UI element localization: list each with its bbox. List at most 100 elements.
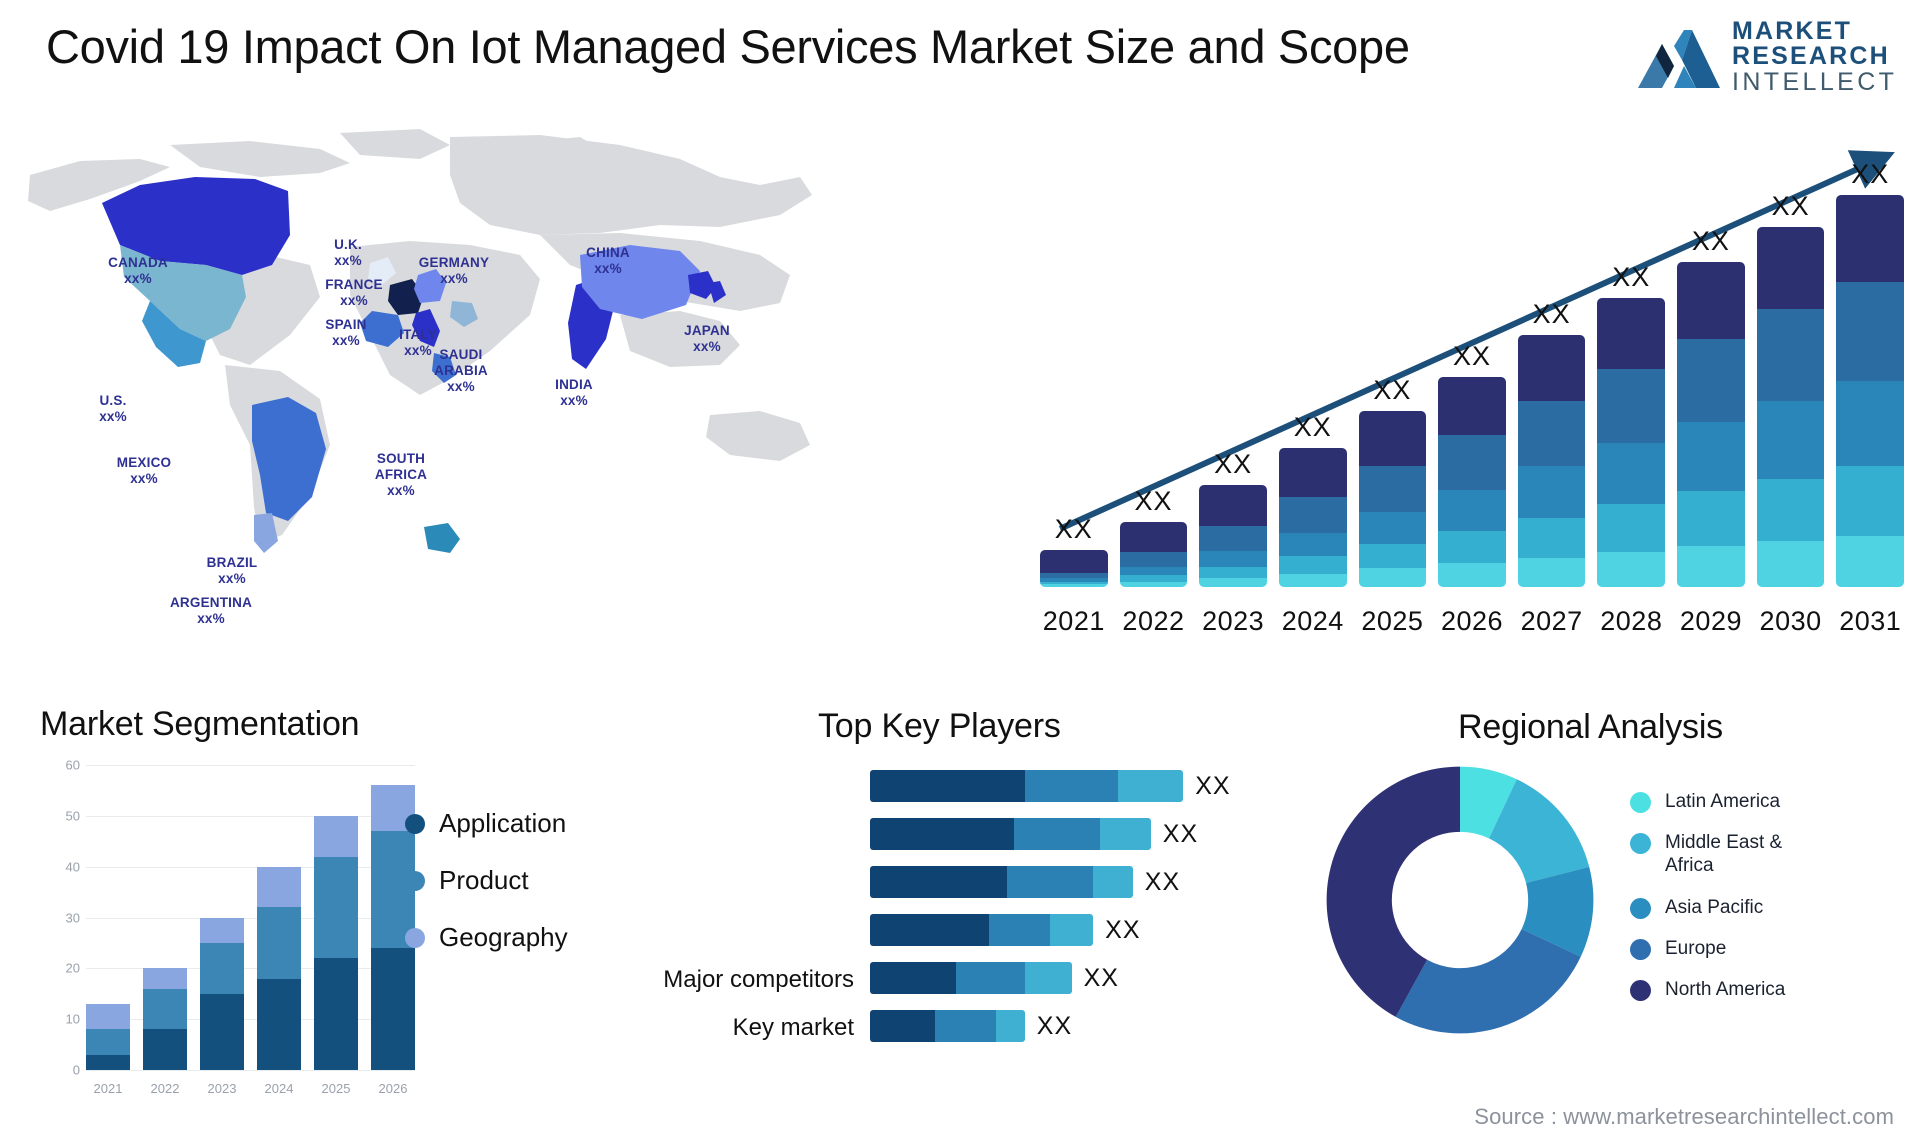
forecast-bar-segment bbox=[1756, 540, 1825, 587]
map-label-value: xx% bbox=[440, 270, 468, 286]
forecast-bar-segment bbox=[1836, 466, 1905, 536]
segmentation-x-axis: 2021 2022 2023 2024 2025 2026 bbox=[86, 1081, 415, 1096]
map-label-value: xx% bbox=[560, 392, 588, 408]
map-label: SAUDI ARABIA xx% bbox=[434, 347, 488, 395]
segmentation-bar-column bbox=[200, 765, 244, 1070]
map-label-value: xx% bbox=[99, 408, 127, 424]
forecast-stacked-bar bbox=[1040, 549, 1108, 587]
forecast-bar-column: XX bbox=[1438, 135, 1506, 587]
forecast-bar-segment bbox=[1677, 546, 1745, 587]
forecast-stacked-bar bbox=[1517, 335, 1586, 587]
map-label-value: xx% bbox=[447, 378, 475, 394]
map-label: ITALY xx% bbox=[399, 327, 437, 359]
map-label-name: ARGENTINA bbox=[169, 595, 253, 610]
map-label: U.K. xx% bbox=[334, 237, 362, 269]
map-label-name: SAUDI ARABIA bbox=[434, 347, 488, 378]
regional-legend-item: North America bbox=[1630, 978, 1890, 1001]
forecast-bar-column: XX bbox=[1517, 135, 1586, 587]
forecast-bar-segment bbox=[1756, 478, 1825, 541]
forecast-bar-segment bbox=[1199, 485, 1267, 526]
segmentation-legend-item: Product bbox=[405, 865, 568, 896]
map-label-name: JAPAN bbox=[684, 323, 730, 338]
legend-color-dot bbox=[405, 927, 425, 948]
key-player-bar-segment bbox=[1006, 866, 1094, 898]
regional-legend-item: Middle East & Africa bbox=[1630, 831, 1890, 877]
forecast-bar-segment bbox=[1517, 400, 1586, 467]
legend-label: Geography bbox=[439, 922, 568, 952]
legend-label: Asia Pacific bbox=[1665, 896, 1764, 918]
key-player-row: XX bbox=[870, 818, 1198, 850]
key-player-bar-segment bbox=[870, 914, 989, 946]
forecast-bar-segment bbox=[1517, 557, 1586, 587]
forecast-stacked-bar bbox=[1278, 447, 1347, 587]
forecast-bar-column: XX bbox=[1119, 135, 1188, 587]
forecast-bar-column: XX bbox=[1199, 135, 1267, 587]
forecast-bar-segment bbox=[1199, 578, 1267, 587]
map-label-value: xx% bbox=[218, 570, 246, 586]
forecast-bar-segment bbox=[1358, 568, 1427, 587]
forecast-year-label: 2025 bbox=[1361, 606, 1424, 636]
map-label: SPAIN xx% bbox=[325, 317, 366, 349]
key-player-bar-segment bbox=[1024, 770, 1119, 802]
legend-label: Middle East & Africa bbox=[1665, 832, 1783, 877]
forecast-year-label: 2031 bbox=[1839, 606, 1902, 636]
key-player-row: XX bbox=[870, 914, 1141, 946]
legend-color-dot bbox=[1630, 979, 1651, 1001]
logo-line-2: RESEARCH bbox=[1732, 42, 1890, 71]
regional-analysis-title: Regional Analysis bbox=[1458, 708, 1723, 746]
map-label-value: xx% bbox=[334, 252, 362, 268]
forecast-stacked-bar bbox=[1836, 195, 1905, 587]
segmentation-bar-segment bbox=[200, 942, 244, 994]
forecast-bar-segment bbox=[1040, 584, 1108, 587]
segmentation-bar-column bbox=[86, 765, 130, 1070]
forecast-bar-segment bbox=[1836, 535, 1905, 587]
map-label: U.S. xx% bbox=[99, 393, 127, 425]
forecast-bar-value: XX bbox=[1532, 299, 1571, 330]
forecast-bar-segment bbox=[1358, 465, 1427, 512]
forecast-year-label: 2022 bbox=[1122, 606, 1185, 636]
key-player-bar-segment bbox=[1118, 770, 1184, 802]
legend-label: Europe bbox=[1665, 937, 1727, 959]
segmentation-bar-column bbox=[257, 765, 301, 1070]
map-label-name: BRAZIL bbox=[206, 555, 258, 570]
map-label: CANADA xx% bbox=[108, 255, 168, 287]
key-player-bar-segment bbox=[870, 770, 1025, 802]
forecast-bar-segment bbox=[1278, 497, 1347, 533]
forecast-year-label: 2021 bbox=[1042, 606, 1105, 636]
key-player-value: XX bbox=[1162, 819, 1199, 848]
forecast-bar-group: XX XX XX XX XX XX XX XX XX XX XX bbox=[1040, 135, 1905, 587]
top-key-players-chart: XX XX XX XX XX Major competitors XX Key market bbox=[640, 770, 1230, 1110]
forecast-bar-segment bbox=[1756, 400, 1825, 479]
segmentation-x-label: 2025 bbox=[321, 1081, 351, 1096]
market-forecast-chart: XX XX XX XX XX XX XX XX XX XX XX 2021 2022 2023 2024 2… bbox=[1030, 125, 1910, 645]
forecast-bar-segment bbox=[1597, 443, 1666, 504]
map-label: MEXICO xx% bbox=[117, 455, 171, 487]
map-label-value: xx% bbox=[197, 610, 225, 626]
segmentation-bar-segment bbox=[143, 968, 187, 989]
key-player-bar bbox=[870, 770, 1184, 802]
forecast-bar-column: XX bbox=[1278, 135, 1347, 587]
logo-line-3: INTELLECT bbox=[1732, 67, 1898, 96]
forecast-bar-segment bbox=[1199, 550, 1267, 567]
map-label-name: CHINA bbox=[586, 245, 630, 260]
forecast-bar-segment bbox=[1836, 381, 1905, 467]
key-player-bar-segment bbox=[870, 866, 1007, 898]
legend-label: North America bbox=[1665, 978, 1786, 1000]
forecast-stacked-bar bbox=[1677, 262, 1745, 587]
forecast-bar-segment bbox=[1517, 517, 1586, 558]
map-label: GERMANY xx% bbox=[419, 255, 489, 287]
key-player-bar-segment bbox=[870, 818, 1014, 850]
forecast-bar-segment bbox=[1597, 503, 1666, 552]
key-player-bar bbox=[870, 1010, 1025, 1042]
map-label-value: xx% bbox=[340, 292, 368, 308]
forecast-bar-segment bbox=[1756, 226, 1825, 309]
legend-color-dot bbox=[1630, 833, 1651, 855]
regional-legend-item: Latin America bbox=[1630, 790, 1890, 813]
legend-label: Application bbox=[439, 808, 567, 838]
forecast-bar-segment bbox=[1438, 563, 1506, 587]
map-label-value: xx% bbox=[332, 332, 360, 348]
market-segmentation-chart: 0 10 20 30 40 50 60 2021 2022 2023 2024 2025 2026 bbox=[40, 758, 415, 1100]
map-label-name: SOUTH AFRICA bbox=[374, 451, 428, 482]
map-label-value: xx% bbox=[124, 270, 152, 286]
forecast-year-label: 2028 bbox=[1600, 606, 1663, 636]
